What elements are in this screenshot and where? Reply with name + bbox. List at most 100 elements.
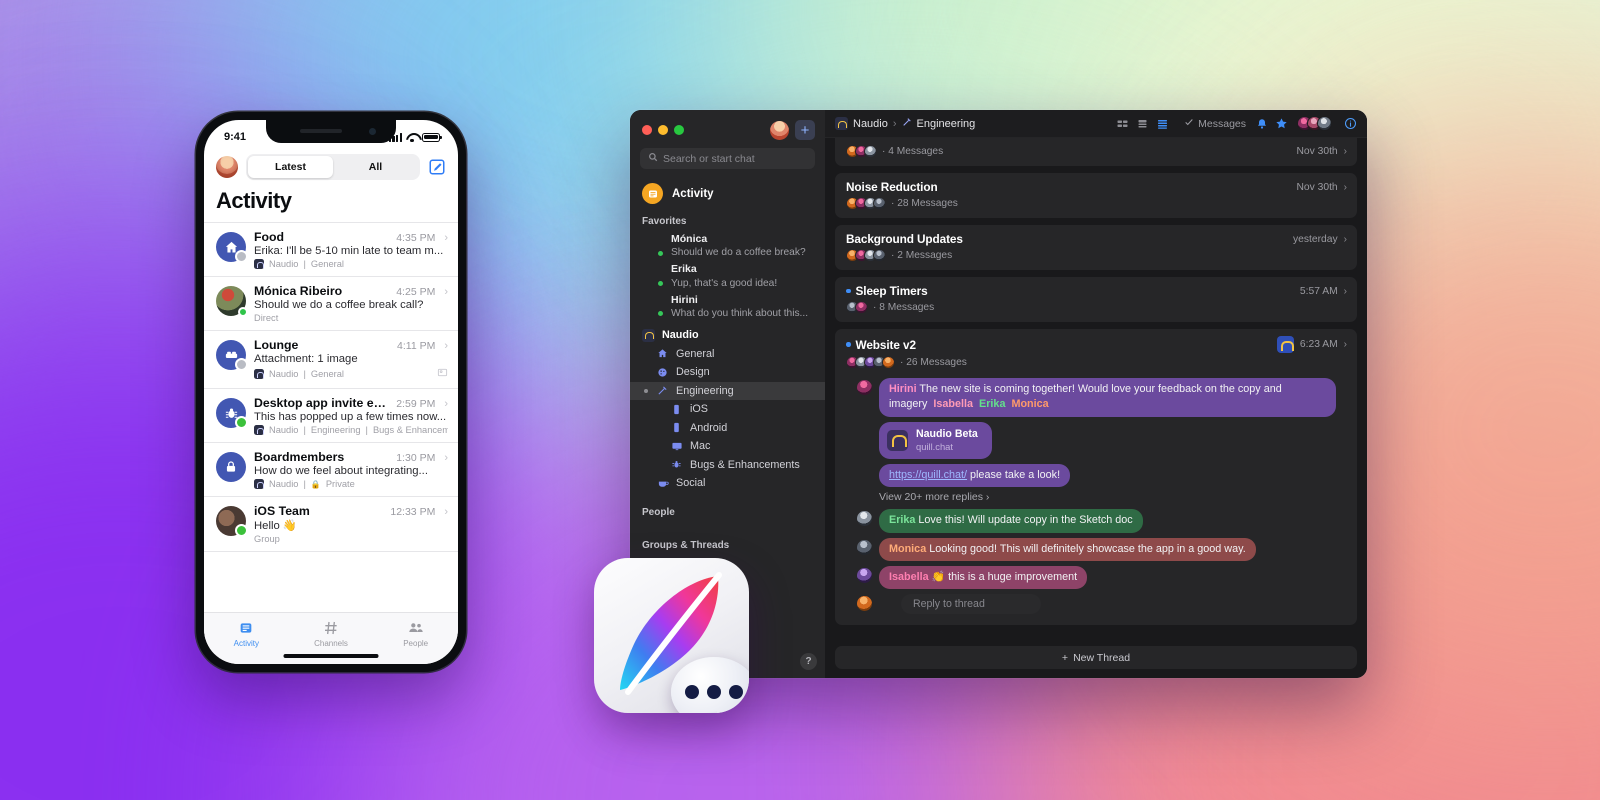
member-avatars[interactable] bbox=[1297, 116, 1332, 131]
sidebar-item-social[interactable]: Social bbox=[630, 474, 825, 493]
list-item[interactable]: Desktop app invite error 2:59 PM › This … bbox=[204, 389, 458, 443]
messages-filter[interactable]: Messages bbox=[1184, 117, 1246, 130]
help-button[interactable]: ? bbox=[800, 653, 817, 670]
link-preview-card[interactable]: Naudio Beta quill.chat bbox=[879, 421, 992, 460]
mention[interactable]: Erika bbox=[979, 398, 1005, 410]
sidebar-item-mac[interactable]: Mac bbox=[630, 437, 825, 456]
cup-icon bbox=[656, 478, 669, 489]
message[interactable]: Isabella 👏 this is a huge improvement bbox=[857, 566, 1336, 590]
status-badge bbox=[235, 250, 248, 263]
message-link[interactable]: https://quill.chat/ bbox=[889, 469, 967, 481]
thread-item[interactable]: Background Updates yesterday › · 2 Messag… bbox=[835, 225, 1357, 270]
chevron-right-icon: › bbox=[444, 398, 448, 410]
list-item[interactable]: Food 4:35 PM › Erika: I'll be 5-10 min l… bbox=[204, 223, 458, 277]
attachment-icon bbox=[437, 367, 448, 381]
sidebar-item-label: Android bbox=[690, 421, 728, 434]
avatar[interactable] bbox=[216, 156, 238, 178]
compose-icon[interactable] bbox=[428, 158, 446, 176]
search-input[interactable]: Search or start chat bbox=[640, 148, 815, 169]
tab-channels[interactable]: Channels bbox=[289, 619, 374, 648]
card-view-icon[interactable] bbox=[1116, 118, 1129, 130]
new-thread-button[interactable]: + New Thread bbox=[835, 646, 1357, 669]
breadcrumb-workspace[interactable]: Naudio bbox=[853, 118, 888, 130]
new-chat-button[interactable]: + bbox=[795, 120, 815, 140]
naudio-logo-icon bbox=[254, 259, 264, 269]
naudio-logo-icon bbox=[642, 328, 655, 342]
view-more-replies-button[interactable]: View 20+ more replies › bbox=[879, 491, 1336, 503]
item-title: iOS Team bbox=[254, 504, 310, 518]
zoom-button[interactable] bbox=[674, 125, 684, 135]
thread-count: · 2 Messages bbox=[891, 250, 953, 261]
sidebar-item-engineering[interactable]: Engineering bbox=[630, 381, 825, 401]
account-avatar[interactable] bbox=[770, 120, 789, 140]
reply-input[interactable]: Reply to thread bbox=[901, 594, 1041, 615]
chevron-right-icon: › bbox=[1343, 285, 1347, 297]
thread-title: Website v2 bbox=[855, 337, 917, 352]
status-badge bbox=[238, 307, 248, 317]
thread-item[interactable]: Sleep Timers 5:57 AM › · 8 Messages bbox=[835, 277, 1357, 322]
item-preview: Hello 👋 bbox=[254, 520, 297, 532]
list-view-icon[interactable] bbox=[1156, 118, 1169, 130]
message-bubble: Hirini The new site is coming together! … bbox=[879, 378, 1336, 417]
meta-channel: General bbox=[310, 369, 344, 379]
list-item[interactable]: Lounge 4:11 PM › Attachment: 1 image Nau… bbox=[204, 331, 458, 389]
naudio-logo-icon bbox=[835, 117, 848, 130]
online-dot bbox=[657, 249, 664, 257]
sidebar-item-general[interactable]: General bbox=[630, 345, 825, 364]
mention[interactable]: Isabella bbox=[933, 398, 973, 410]
mention[interactable]: Monica bbox=[1011, 398, 1048, 410]
chevron-right-icon: › bbox=[1343, 339, 1347, 350]
sidebar-item-label: Design bbox=[676, 366, 710, 379]
sidebar-item-android[interactable]: Android bbox=[630, 419, 825, 438]
list-item[interactable]: Mónica Ribeiro 4:25 PM › Should we do a … bbox=[204, 277, 458, 331]
item-meta: Naudio | General bbox=[254, 259, 448, 269]
contact-preview: Yup, that's a good idea! bbox=[671, 277, 778, 289]
sidebar-workspace-naudio[interactable]: Naudio bbox=[630, 326, 825, 345]
info-icon[interactable] bbox=[1344, 117, 1357, 130]
house-icon bbox=[656, 348, 669, 359]
thread-item[interactable]: · 4 Messages Nov 30th › bbox=[835, 138, 1357, 166]
close-button[interactable] bbox=[642, 125, 652, 135]
sidebar-item-hirini[interactable]: Hirini What do you think about this... bbox=[630, 292, 825, 322]
naudio-logo-icon bbox=[887, 429, 908, 451]
avatar bbox=[216, 398, 248, 429]
tab-latest[interactable]: Latest bbox=[248, 156, 333, 178]
sidebar-item-design[interactable]: Design bbox=[630, 363, 825, 382]
thread-time: Nov 30th bbox=[1296, 181, 1338, 193]
segmented-control[interactable]: Latest All bbox=[246, 154, 420, 180]
wrench-icon bbox=[902, 117, 912, 130]
compact-view-icon[interactable] bbox=[1136, 118, 1149, 130]
thread-item-expanded[interactable]: Website v2 6:23 AM › · 26 Messages Hirin… bbox=[835, 329, 1357, 626]
monitor-icon bbox=[670, 441, 683, 452]
sidebar-item-activity[interactable]: Activity bbox=[630, 179, 825, 212]
item-preview: Should we do a coffee break call? bbox=[254, 299, 424, 311]
star-icon[interactable] bbox=[1275, 117, 1288, 130]
bell-icon[interactable] bbox=[1256, 118, 1268, 130]
activity-icon bbox=[238, 619, 254, 637]
message[interactable]: Erika Love this! Will update copy in the… bbox=[857, 509, 1336, 533]
item-meta: Direct bbox=[254, 313, 448, 323]
sidebar-item-bugs-enhancements[interactable]: Bugs & Enhancements bbox=[630, 456, 825, 475]
meta-workspace: Naudio bbox=[269, 425, 299, 435]
message[interactable]: Monica Looking good! This will definitel… bbox=[857, 537, 1336, 562]
message[interactable]: Hirini The new site is coming together! … bbox=[857, 378, 1336, 417]
message-text: 👏 this is a huge improvement bbox=[931, 571, 1078, 584]
tab-people[interactable]: People bbox=[373, 619, 458, 648]
sidebar-item-ios[interactable]: iOS bbox=[630, 400, 825, 419]
sidebar-item-monica[interactable]: Mónica Should we do a coffee break? bbox=[630, 231, 825, 261]
thread-list[interactable]: · 4 Messages Nov 30th › Noise Reduction N… bbox=[825, 138, 1367, 639]
tab-activity[interactable]: Activity bbox=[204, 619, 289, 648]
activity-list: Food 4:35 PM › Erika: I'll be 5-10 min l… bbox=[204, 222, 458, 552]
breadcrumb[interactable]: Naudio › Engineering bbox=[835, 117, 975, 130]
unread-dot bbox=[644, 388, 648, 393]
section-favorites: Favorites bbox=[642, 216, 687, 227]
reply-composer[interactable]: Reply to thread bbox=[857, 594, 1336, 615]
list-item[interactable]: Boardmembers 1:30 PM › How do we feel ab… bbox=[204, 443, 458, 497]
tab-all[interactable]: All bbox=[333, 156, 418, 178]
list-item[interactable]: iOS Team 12:33 PM › Hello 👋 Group bbox=[204, 497, 458, 552]
breadcrumb-channel[interactable]: Engineering bbox=[917, 118, 976, 130]
sidebar-item-erika[interactable]: Erika Yup, that's a good idea! bbox=[630, 261, 825, 291]
window-controls[interactable] bbox=[642, 125, 684, 135]
minimize-button[interactable] bbox=[658, 125, 668, 135]
thread-item[interactable]: Noise Reduction Nov 30th › · 28 Messages bbox=[835, 173, 1357, 218]
